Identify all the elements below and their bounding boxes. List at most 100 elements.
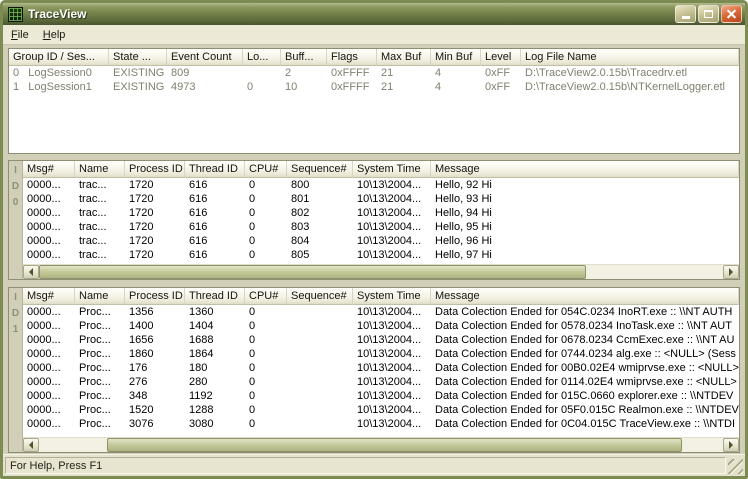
menu-file[interactable]: File (4, 26, 36, 44)
table-row[interactable]: 0000...trac...1720616080510\13\2004...He… (23, 248, 739, 262)
table-row[interactable]: 0000...Proc...18601864010\13\2004...Data… (23, 347, 739, 361)
table-cell: 1360 (185, 305, 245, 319)
column-header[interactable]: System Time (353, 161, 431, 178)
trace-table-1: Msg#NameProcess IDThread IDCPU#Sequence#… (23, 288, 739, 437)
table-cell: 1288 (185, 403, 245, 417)
column-header[interactable]: Buff... (281, 49, 327, 66)
column-header[interactable]: Group ID / Ses... (9, 49, 109, 66)
table-row[interactable]: 0000...Proc...16561688010\13\2004...Data… (23, 333, 739, 347)
table-cell: 1520 (125, 403, 185, 417)
table-row[interactable]: 0000...Proc...3481192010\13\2004...Data … (23, 389, 739, 403)
column-header[interactable]: CPU# (245, 288, 287, 305)
table-cell: 1400 (125, 319, 185, 333)
column-header[interactable]: Msg# (23, 288, 75, 305)
column-header[interactable]: CPU# (245, 161, 287, 178)
scroll-track[interactable] (39, 265, 723, 279)
table-cell: 4 (431, 66, 481, 80)
column-header[interactable]: Lo... (243, 49, 281, 66)
minimize-button[interactable] (675, 5, 696, 23)
close-button[interactable] (721, 5, 742, 23)
table-cell: 0000... (23, 347, 75, 361)
column-header[interactable]: Min Buf (431, 49, 481, 66)
column-header[interactable]: Process ID (125, 288, 185, 305)
table-row[interactable]: 0000...Proc...13561360010\13\2004...Data… (23, 305, 739, 319)
column-header[interactable]: Level (481, 49, 521, 66)
column-header[interactable]: Message (431, 161, 739, 178)
table-row[interactable]: 0000...Proc...276280010\13\2004...Data C… (23, 375, 739, 389)
resize-grip[interactable] (728, 459, 743, 474)
table-cell: 1656 (125, 333, 185, 347)
column-header[interactable]: Flags (327, 49, 377, 66)
table-row[interactable]: 0 LogSession0EXISTING80920xFFFF2140xFFD:… (9, 66, 739, 80)
session-table: Group ID / Ses...State ...Event CountLo.… (9, 49, 739, 94)
column-header[interactable]: Message (431, 288, 739, 305)
column-header[interactable]: Name (75, 288, 125, 305)
table-cell: 10\13\2004... (353, 234, 431, 248)
table-cell: 10\13\2004... (353, 248, 431, 262)
menu-file-accel: F (11, 29, 18, 41)
minimize-icon (682, 16, 690, 19)
table-cell: 801 (287, 192, 353, 206)
maximize-button[interactable] (698, 5, 719, 23)
table-cell (287, 361, 353, 375)
table-cell (243, 66, 281, 80)
table-cell: trac... (75, 220, 125, 234)
table-row[interactable]: 0000...trac...1720616080410\13\2004...He… (23, 234, 739, 248)
table-cell: Proc... (75, 403, 125, 417)
column-header[interactable]: Sequence# (287, 161, 353, 178)
trace-table-0: Msg#NameProcess IDThread IDCPU#Sequence#… (23, 161, 739, 264)
table-cell: Proc... (75, 361, 125, 375)
column-header[interactable]: Thread ID (185, 288, 245, 305)
table-cell: 0000... (23, 248, 75, 262)
scroll-track[interactable] (39, 438, 723, 452)
table-cell: 10\13\2004... (353, 206, 431, 220)
maximize-icon (704, 10, 713, 18)
table-cell: 10 (281, 80, 327, 94)
table-cell: 0000... (23, 333, 75, 347)
table-row[interactable]: 0000...Proc...176180010\13\2004...Data C… (23, 361, 739, 375)
table-cell: 1720 (125, 192, 185, 206)
column-header[interactable]: Event Count (167, 49, 243, 66)
title-bar[interactable]: TraceView (3, 3, 745, 25)
close-icon (726, 9, 737, 20)
table-row[interactable]: 0000...Proc...30763080010\13\2004...Data… (23, 417, 739, 431)
table-cell: 1404 (185, 319, 245, 333)
table-cell: Hello, 95 Hi (431, 220, 739, 234)
scroll-right-button[interactable] (723, 438, 739, 452)
column-header[interactable]: Name (75, 161, 125, 178)
column-header[interactable]: System Time (353, 288, 431, 305)
table-cell: 0000... (23, 192, 75, 206)
menu-help[interactable]: Help (36, 26, 73, 44)
table-row[interactable]: 0000...Proc...14001404010\13\2004...Data… (23, 319, 739, 333)
horizontal-scrollbar-0[interactable] (23, 264, 739, 279)
table-cell: 0 (245, 333, 287, 347)
column-header[interactable]: Log File Name (521, 49, 739, 66)
client-area: Group ID / Ses...State ...Event CountLo.… (3, 45, 745, 454)
table-row[interactable]: 0000...Proc...15201288010\13\2004...Data… (23, 403, 739, 417)
horizontal-scrollbar-1[interactable] (23, 437, 739, 452)
table-row[interactable]: 0000...trac...1720616080210\13\2004...He… (23, 206, 739, 220)
column-header[interactable]: Process ID (125, 161, 185, 178)
column-header[interactable]: Thread ID (185, 161, 245, 178)
scroll-thumb[interactable] (39, 265, 586, 279)
scroll-left-icon (29, 268, 33, 276)
table-cell: Proc... (75, 375, 125, 389)
table-cell: 0 (245, 417, 287, 431)
table-row[interactable]: 1 LogSession1EXISTING49730100xFFFF2140xF… (9, 80, 739, 94)
column-header[interactable]: Sequence# (287, 288, 353, 305)
column-header[interactable]: Max Buf (377, 49, 431, 66)
column-header[interactable]: Msg# (23, 161, 75, 178)
table-row[interactable]: 0000...trac...1720616080110\13\2004...He… (23, 192, 739, 206)
table-cell: Proc... (75, 319, 125, 333)
scroll-right-icon (729, 268, 733, 276)
column-header[interactable]: State ... (109, 49, 167, 66)
scroll-left-button[interactable] (23, 438, 39, 452)
table-cell: 0000... (23, 403, 75, 417)
scroll-right-button[interactable] (723, 265, 739, 279)
table-cell (287, 403, 353, 417)
scroll-thumb[interactable] (107, 438, 682, 452)
table-row[interactable]: 0000...trac...1720616080010\13\2004...He… (23, 178, 739, 192)
table-row[interactable]: 0000...trac...1720616080310\13\2004...He… (23, 220, 739, 234)
scroll-left-button[interactable] (23, 265, 39, 279)
table-cell: trac... (75, 192, 125, 206)
